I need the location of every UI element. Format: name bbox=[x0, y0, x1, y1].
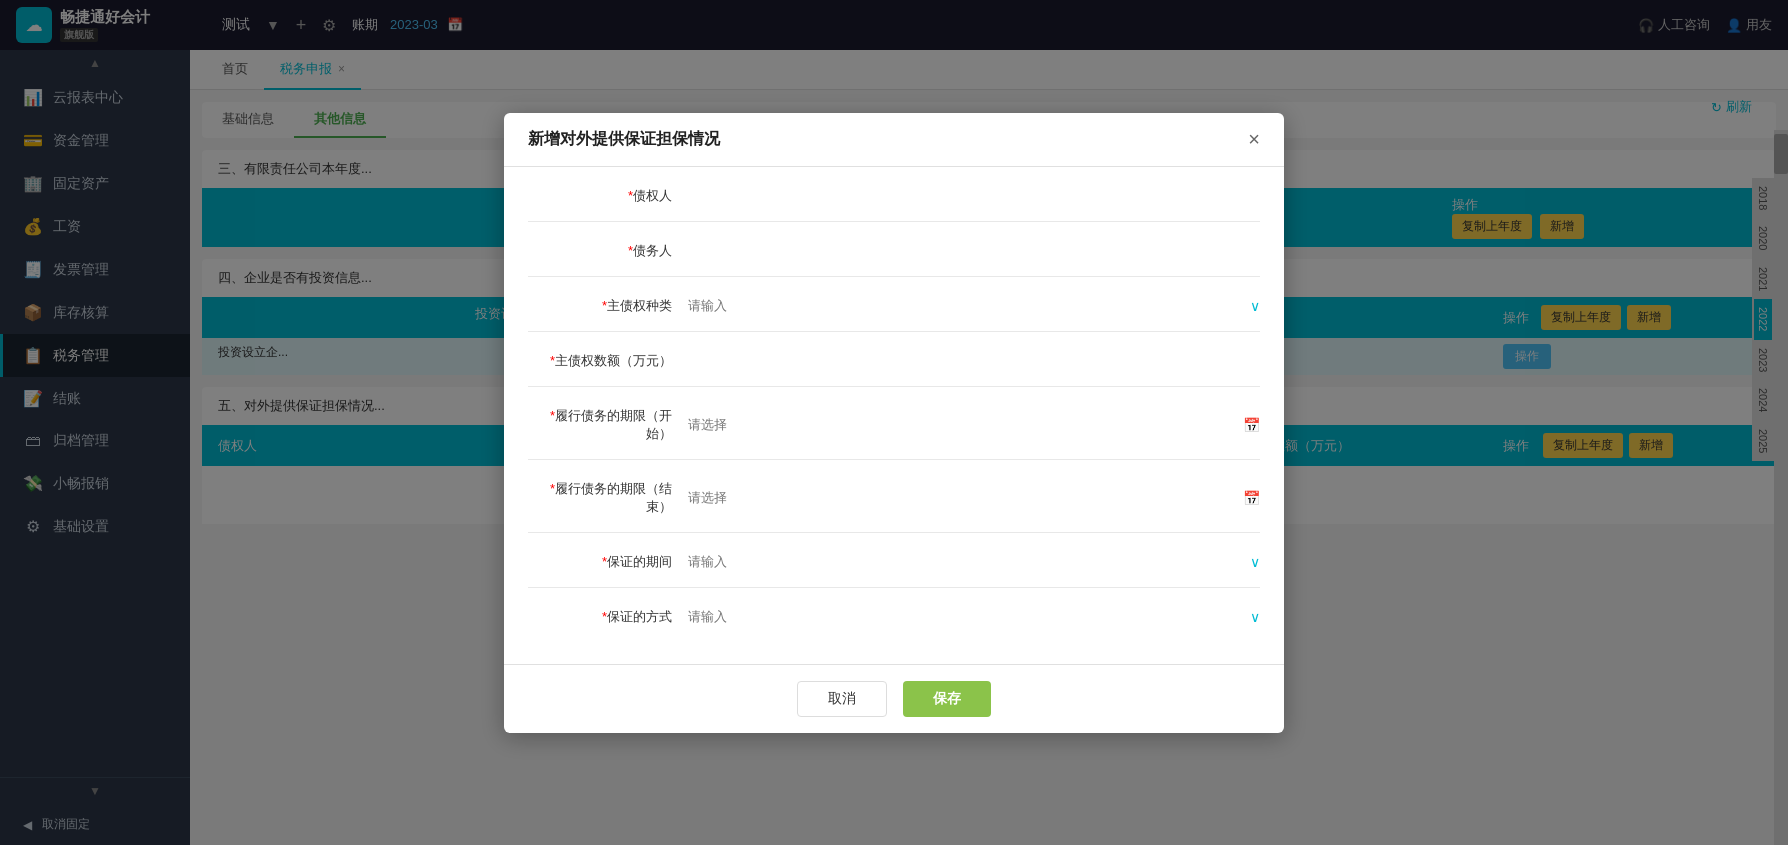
modal-footer: 取消 保存 bbox=[504, 664, 1284, 733]
label-debtor: *债务人 bbox=[528, 242, 688, 260]
select-period-start: 📅 bbox=[688, 417, 1260, 433]
field-guarantee-method: *保证的方式 ∨ bbox=[528, 608, 1260, 642]
field-creditor: *债权人 bbox=[528, 187, 1260, 222]
modal-body: *债权人 *债务人 *主债权种类 ∨ bbox=[504, 167, 1284, 664]
select-guarantee-method: ∨ bbox=[688, 609, 1260, 625]
label-creditor: *债权人 bbox=[528, 187, 688, 205]
label-claim-amount: *主债权数额（万元） bbox=[528, 352, 688, 370]
chevron-down-icon[interactable]: ∨ bbox=[1250, 298, 1260, 314]
chevron-method-icon[interactable]: ∨ bbox=[1250, 609, 1260, 625]
input-guarantee-method[interactable] bbox=[688, 609, 1250, 624]
modal-dialog: 新增对外提供保证担保情况 × *债权人 *债务人 * bbox=[504, 113, 1284, 733]
calendar-start-icon[interactable]: 📅 bbox=[1243, 417, 1260, 433]
label-claim-type: *主债权种类 bbox=[528, 297, 688, 315]
input-creditor[interactable] bbox=[688, 188, 1260, 203]
field-guarantee-period: *保证的期间 ∨ bbox=[528, 553, 1260, 588]
input-claim-type[interactable] bbox=[688, 298, 1250, 313]
cancel-button[interactable]: 取消 bbox=[797, 681, 887, 717]
input-period-end[interactable] bbox=[688, 490, 1243, 505]
field-period-start: *履行债务的期限（开始） 📅 bbox=[528, 407, 1260, 460]
field-debtor: *债务人 bbox=[528, 242, 1260, 277]
field-period-end: *履行债务的期限（结束） 📅 bbox=[528, 480, 1260, 533]
label-period-start: *履行债务的期限（开始） bbox=[528, 407, 688, 443]
label-guarantee-period: *保证的期间 bbox=[528, 553, 688, 571]
calendar-end-icon[interactable]: 📅 bbox=[1243, 490, 1260, 506]
input-debtor[interactable] bbox=[688, 243, 1260, 258]
chevron-period-icon[interactable]: ∨ bbox=[1250, 554, 1260, 570]
select-claim-type: ∨ bbox=[688, 298, 1260, 314]
label-guarantee-method: *保证的方式 bbox=[528, 608, 688, 626]
input-period-start[interactable] bbox=[688, 417, 1243, 432]
modal-header: 新增对外提供保证担保情况 × bbox=[504, 113, 1284, 167]
field-claim-type: *主债权种类 ∨ bbox=[528, 297, 1260, 332]
modal-close-btn[interactable]: × bbox=[1248, 129, 1260, 149]
field-claim-amount: *主债权数额（万元） bbox=[528, 352, 1260, 387]
modal-title: 新增对外提供保证担保情况 bbox=[528, 129, 720, 150]
input-claim-amount[interactable] bbox=[688, 353, 1260, 368]
select-guarantee-period: ∨ bbox=[688, 554, 1260, 570]
save-button[interactable]: 保存 bbox=[903, 681, 991, 717]
modal-overlay: 新增对外提供保证担保情况 × *债权人 *债务人 * bbox=[0, 0, 1788, 845]
label-period-end: *履行债务的期限（结束） bbox=[528, 480, 688, 516]
select-period-end: 📅 bbox=[688, 490, 1260, 506]
input-guarantee-period[interactable] bbox=[688, 554, 1250, 569]
